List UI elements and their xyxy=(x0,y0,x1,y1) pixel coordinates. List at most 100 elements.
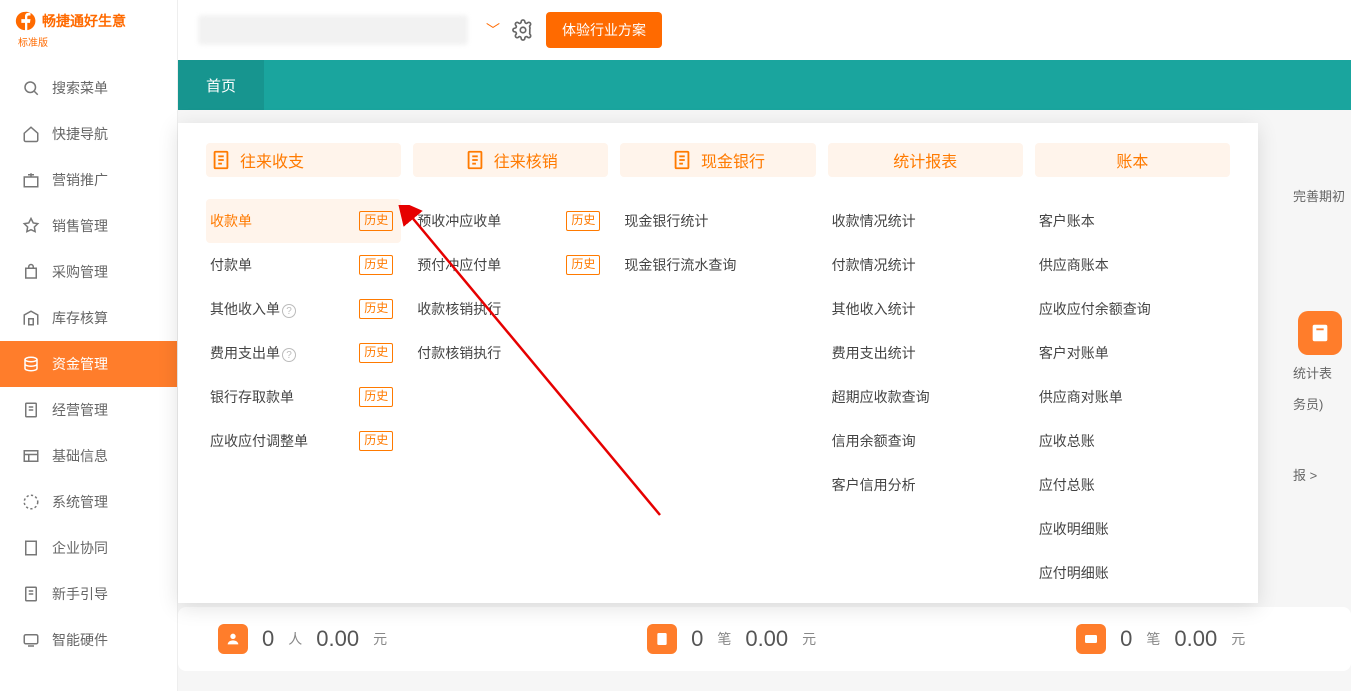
nav-item-enterprise[interactable]: 企业协同 xyxy=(0,525,177,571)
mega-item-label: 收款单 xyxy=(210,211,252,231)
mega-item[interactable]: 客户对账单 xyxy=(1035,331,1230,375)
nav-label: 库存核算 xyxy=(52,308,108,328)
history-button[interactable]: 历史 xyxy=(566,255,600,275)
mega-item[interactable]: 预付冲应付单历史 xyxy=(413,243,608,287)
nav-item-quick[interactable]: 快捷导航 xyxy=(0,111,177,157)
stat-c-valu: 元 xyxy=(1231,629,1245,649)
help-icon[interactable]: ? xyxy=(282,348,296,362)
mega-item[interactable]: 其他收入单? 历史 xyxy=(206,287,401,331)
nav-item-hardware[interactable]: 智能硬件 xyxy=(0,617,177,663)
mega-item[interactable]: 应收应付调整单 历史 xyxy=(206,419,401,463)
mega-item[interactable]: 付款单历史 xyxy=(206,243,401,287)
hint-1[interactable]: 完善期初 xyxy=(1289,180,1351,211)
mega-item[interactable]: 现金银行统计 xyxy=(620,199,815,243)
mega-item[interactable]: 应收总账 xyxy=(1035,419,1230,463)
mega-col-header: 现金银行 xyxy=(620,143,815,177)
stat-a-valu: 元 xyxy=(373,629,387,649)
funds-icon xyxy=(22,355,40,373)
nav-label: 资金管理 xyxy=(52,354,108,374)
mega-item[interactable]: 银行存取款单 历史 xyxy=(206,375,401,419)
mega-item[interactable]: 费用支出统计 xyxy=(828,331,1023,375)
hardware-icon xyxy=(22,631,40,649)
mega-item[interactable]: 其他收入统计 xyxy=(828,287,1023,331)
mega-item[interactable]: 应收应付余额查询 xyxy=(1035,287,1230,331)
nav-list: 搜索菜单快捷导航营销推广销售管理采购管理库存核算资金管理经营管理基础信息系统管理… xyxy=(0,65,177,663)
mega-item[interactable]: 收款核销执行 xyxy=(413,287,608,331)
mega-item-label: 应收应付余额查询 xyxy=(1039,299,1151,319)
mega-col-0: 往来收支收款单历史付款单历史其他收入单?历史费用支出单?历史银行存取款单历史应收… xyxy=(206,143,401,583)
mega-item-label: 其他收入统计 xyxy=(832,299,916,319)
nav-item-funds[interactable]: 资金管理 xyxy=(0,341,177,387)
stat-b-valu: 元 xyxy=(802,629,816,649)
nav-label: 营销推广 xyxy=(52,170,108,190)
history-button[interactable]: 历史 xyxy=(359,343,393,363)
mega-item[interactable]: 客户信用分析 xyxy=(828,463,1023,507)
mega-item[interactable]: 收款单 历史 xyxy=(206,199,401,243)
stat-b-num: 0 xyxy=(691,626,703,652)
mega-item[interactable]: 付款情况统计 xyxy=(828,243,1023,287)
stat-c-unit: 笔 xyxy=(1146,629,1160,649)
history-button[interactable]: 历史 xyxy=(566,211,600,231)
mega-item-label: 银行存取款单 xyxy=(210,387,294,407)
nav-item-inventory[interactable]: 库存核算 xyxy=(0,295,177,341)
mega-item-label: 现金银行统计 xyxy=(624,211,708,231)
stat-a: 0人 0.00元 xyxy=(218,624,387,654)
mega-item-label: 其他收入单? xyxy=(210,299,296,319)
help-icon[interactable]: ? xyxy=(282,304,296,318)
mega-item[interactable]: 供应商账本 xyxy=(1035,243,1230,287)
cta-button[interactable]: 体验行业方案 xyxy=(546,12,662,48)
mega-item-label: 应收应付调整单 xyxy=(210,431,308,451)
history-button[interactable]: 历史 xyxy=(359,211,393,231)
nav-item-guide[interactable]: 新手引导 xyxy=(0,571,177,617)
nav-item-base[interactable]: 基础信息 xyxy=(0,433,177,479)
mega-item-label: 信用余额查询 xyxy=(832,431,916,451)
right-hints: 完善期初 统计表 务员) 报 > xyxy=(1289,180,1351,490)
brand-text: 畅捷通好生意 xyxy=(42,11,126,31)
mega-col-3: 统计报表收款情况统计付款情况统计其他收入统计费用支出统计超期应收款查询信用余额查… xyxy=(828,143,1023,583)
mega-item[interactable]: 收款情况统计 xyxy=(828,199,1023,243)
mega-item[interactable]: 现金银行流水查询 xyxy=(620,243,815,287)
nav-item-purchase[interactable]: 采购管理 xyxy=(0,249,177,295)
gear-icon[interactable] xyxy=(512,19,534,41)
doc-icon xyxy=(671,149,693,171)
report-icon[interactable] xyxy=(1298,311,1342,355)
mega-item[interactable]: 超期应收款查询 xyxy=(828,375,1023,419)
mega-item-label: 供应商对账单 xyxy=(1039,387,1123,407)
nav-item-system[interactable]: 系统管理 xyxy=(0,479,177,525)
nav-item-ops[interactable]: 经营管理 xyxy=(0,387,177,433)
stat-b-unit: 笔 xyxy=(717,629,731,649)
org-selector-blurred[interactable] xyxy=(198,15,468,45)
history-button[interactable]: 历史 xyxy=(359,431,393,451)
brand-badge: 标准版 xyxy=(18,34,163,49)
mega-item[interactable]: 信用余额查询 xyxy=(828,419,1023,463)
tab-home[interactable]: 首页 xyxy=(178,60,264,110)
chevron-down-icon[interactable]: ﹀ xyxy=(486,20,500,40)
mega-item[interactable]: 应收明细账 xyxy=(1035,507,1230,551)
mega-item[interactable]: 付款核销执行 xyxy=(413,331,608,375)
mega-item[interactable]: 费用支出单?历史 xyxy=(206,331,401,375)
mega-item[interactable]: 应付总账 xyxy=(1035,463,1230,507)
hint-3[interactable]: 报 > xyxy=(1289,459,1351,490)
nav-label: 经营管理 xyxy=(52,400,108,420)
mega-item-label: 付款情况统计 xyxy=(832,255,916,275)
mega-item-label: 收款核销执行 xyxy=(417,299,501,319)
nav-item-sales[interactable]: 销售管理 xyxy=(0,203,177,249)
history-button[interactable]: 历史 xyxy=(359,387,393,407)
purchase-icon xyxy=(22,263,40,281)
hint-2b: 务员) xyxy=(1289,388,1351,419)
system-icon xyxy=(22,493,40,511)
mega-item-label: 客户账本 xyxy=(1039,211,1095,231)
person-icon xyxy=(218,624,248,654)
mega-item[interactable]: 应付明细账 xyxy=(1035,551,1230,595)
nav-item-marketing[interactable]: 营销推广 xyxy=(0,157,177,203)
quick-icon xyxy=(22,125,40,143)
mega-item-label: 应收明细账 xyxy=(1039,519,1109,539)
mega-panel-funds: 往来收支收款单历史付款单历史其他收入单?历史费用支出单?历史银行存取款单历史应收… xyxy=(178,123,1258,603)
doc-icon xyxy=(647,624,677,654)
mega-item[interactable]: 客户账本 xyxy=(1035,199,1230,243)
mega-item[interactable]: 供应商对账单 xyxy=(1035,375,1230,419)
nav-item-search[interactable]: 搜索菜单 xyxy=(0,65,177,111)
history-button[interactable]: 历史 xyxy=(359,299,393,319)
history-button[interactable]: 历史 xyxy=(359,255,393,275)
mega-item[interactable]: 预收冲应收单历史 xyxy=(413,199,608,243)
